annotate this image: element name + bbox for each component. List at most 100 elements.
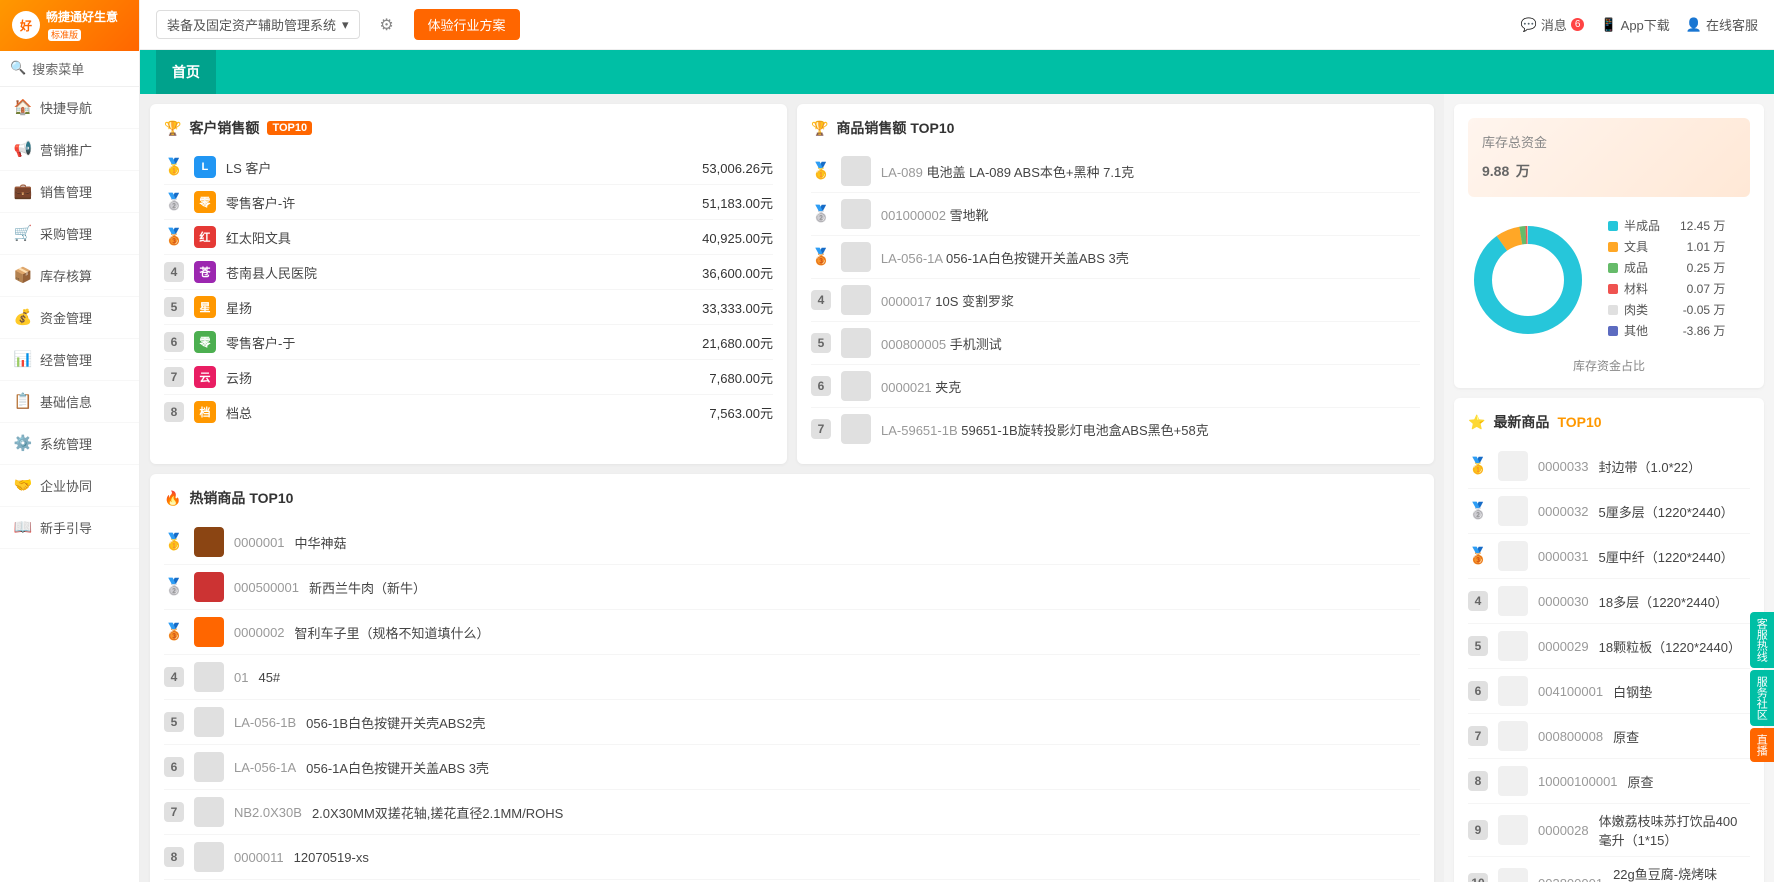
nav-label: 营销推广 — [40, 140, 92, 159]
product-thumb — [194, 707, 224, 737]
top10-row: 🏆 客户销售额 TOP10 🥇 L LS 客户 53,006.26元 🥈 — [150, 104, 1434, 464]
sidebar-item-inventory[interactable]: 📦 库存核算 — [0, 255, 139, 297]
messages-badge: 6 — [1571, 18, 1585, 31]
product-name: 0000021 夹克 — [881, 377, 1420, 396]
product-thumb — [1498, 766, 1528, 796]
legend-val: 12.45 万 — [1680, 217, 1725, 234]
rank-6-avatar: 零 — [194, 331, 216, 353]
hot-product-item: 8 0000011 12070519-xs — [164, 835, 1420, 880]
legend-item: 其他 -3.86 万 — [1608, 322, 1725, 339]
trial-button[interactable]: 体验行业方案 — [414, 9, 520, 40]
search-menu[interactable]: 🔍 搜索菜单 — [0, 51, 139, 87]
customer-rank-list: 🥇 L LS 客户 53,006.26元 🥈 零 零售客户-许 51,183.0… — [164, 150, 773, 429]
nav-label: 企业协同 — [40, 476, 92, 495]
live-button[interactable]: 直播 — [1750, 728, 1774, 762]
right-panel: 库存总资金 9.88 万 — [1444, 94, 1774, 882]
sidebar-item-guide[interactable]: 📖 新手引导 — [0, 507, 139, 549]
product-thumb — [194, 842, 224, 872]
product-name: 22g鱼豆腐-烧烤味（1*12*20） — [1613, 864, 1750, 882]
hot-product-item: 4 01 45# — [164, 655, 1420, 700]
sidebar-item-operation[interactable]: 📊 经营管理 — [0, 339, 139, 381]
rank-8-avatar: 档 — [194, 401, 216, 423]
product-name: 12070519-xs — [294, 850, 369, 865]
customer-service-button[interactable]: 客服热线 — [1750, 612, 1774, 668]
rank-num: 4 — [164, 262, 184, 282]
online-service-button[interactable]: 👤 在线客服 — [1686, 15, 1758, 34]
nav-label: 经营管理 — [40, 350, 92, 369]
sidebar-item-finance[interactable]: 💰 资金管理 — [0, 297, 139, 339]
rank-item: 7 云 云扬 7,680.00元 — [164, 360, 773, 395]
legend-item: 文具 1.01 万 — [1608, 238, 1725, 255]
nav-label: 新手引导 — [40, 518, 92, 537]
rank-2-avatar: 零 — [194, 191, 216, 213]
inventory-subtitle: 库存资金占比 — [1468, 357, 1750, 374]
legend-val: 0.07 万 — [1687, 280, 1726, 297]
messages-label: 消息 — [1541, 15, 1567, 34]
app-download-button[interactable]: 📱 App下载 — [1600, 15, 1669, 34]
rank-5-value: 33,333.00元 — [702, 298, 773, 317]
sidebar-item-marketing[interactable]: 📢 营销推广 — [0, 129, 139, 171]
product-name: 5厘中纤（1220*2440） — [1599, 547, 1734, 566]
search-icon: 🔍 — [10, 60, 26, 76]
mobile-icon: 📱 — [1600, 17, 1616, 33]
new-product-item: 5 0000029 18颗粒板（1220*2440） — [1468, 624, 1750, 669]
top-nav-home[interactable]: 首页 — [156, 50, 216, 94]
fire-icon: 🔥 — [164, 490, 181, 507]
legend-dot — [1608, 326, 1618, 336]
product-thumb — [194, 572, 224, 602]
sidebar-item-quick-nav[interactable]: 🏠 快捷导航 — [0, 87, 139, 129]
rank-num: 5 — [164, 297, 184, 317]
new-product-item: 4 0000030 18多层（1220*2440） — [1468, 579, 1750, 624]
rank-3-name: 红太阳文具 — [226, 228, 692, 247]
service-community-button[interactable]: 服务社区 — [1750, 670, 1774, 726]
legend-dot — [1608, 305, 1618, 315]
hot-product-item: 7 NB2.0X30B 2.0X30MM双搓花轴,搓花直径2.1MM/ROHS — [164, 790, 1420, 835]
nav-label: 快捷导航 — [40, 98, 92, 117]
product-name: 封边带（1.0*22） — [1599, 457, 1702, 476]
product-code: NB2.0X30B — [234, 805, 302, 820]
hot-product-item: 🥉 0000002 智利车子里（规格不知道填什么） — [164, 610, 1420, 655]
product-thumb — [1498, 676, 1528, 706]
product-rank-item: 5 000800005 手机测试 — [811, 322, 1420, 365]
system-name: 装备及固定资产辅助管理系统 — [167, 15, 336, 34]
product-code: 004100001 — [1538, 684, 1603, 699]
rank-num: 7 — [164, 367, 184, 387]
product-code: 003800001 — [1538, 876, 1603, 882]
rank-3-value: 40,925.00元 — [702, 228, 773, 247]
rank-item: 🥇 L LS 客户 53,006.26元 — [164, 150, 773, 185]
product-code: 0000028 — [1538, 823, 1589, 838]
hot-product-item: 6 LA-056-1A 056-1A白色按键开关盖ABS 3壳 — [164, 745, 1420, 790]
product-thumb — [194, 752, 224, 782]
logo-icon: 好 — [12, 11, 40, 39]
inventory-header: 库存总资金 9.88 万 — [1468, 118, 1750, 197]
new-product-item: 9 0000028 体嫩荔枝味苏打饮品400毫升（1*15） — [1468, 804, 1750, 857]
rank-4-value: 36,600.00元 — [702, 263, 773, 282]
sidebar-nav: 🏠 快捷导航 📢 营销推广 💼 销售管理 🛒 采购管理 📦 库存核算 💰 资金管… — [0, 87, 139, 549]
nav-label: 资金管理 — [40, 308, 92, 327]
rank-item: 5 星 星扬 33,333.00元 — [164, 290, 773, 325]
rank-4-avatar: 苍 — [194, 261, 216, 283]
hot-products-title: 🔥 热销商品 TOP10 — [164, 488, 1420, 508]
header: 装备及固定资产辅助管理系统 ▾ ⚙ 体验行业方案 💬 消息 6 📱 App下载 … — [140, 0, 1774, 50]
new-product-item: 8 10000100001 原查 — [1468, 759, 1750, 804]
left-panel: 🏆 客户销售额 TOP10 🥇 L LS 客户 53,006.26元 🥈 — [140, 94, 1444, 882]
nav-label: 基础信息 — [40, 392, 92, 411]
messages-button[interactable]: 💬 消息 6 — [1521, 15, 1585, 34]
sidebar-logo: 好 畅捷通好生意 标准版 — [0, 0, 139, 51]
product-name: LA-59651-1B 59651-1B旋转投影灯电池盒ABS黑色+58克 — [881, 420, 1420, 439]
rank-4-name: 苍南县人民医院 — [226, 263, 692, 282]
sidebar-item-system[interactable]: ⚙️ 系统管理 — [0, 423, 139, 465]
system-selector[interactable]: 装备及固定资产辅助管理系统 ▾ — [156, 10, 360, 39]
sidebar-item-collab[interactable]: 🤝 企业协同 — [0, 465, 139, 507]
sidebar-item-purchase[interactable]: 🛒 采购管理 — [0, 213, 139, 255]
product-thumb — [1498, 721, 1528, 751]
settings-button[interactable]: ⚙ — [372, 10, 402, 40]
top10-label: TOP10 — [1557, 414, 1601, 430]
product-code: 0000031 — [1538, 549, 1589, 564]
content: 🏆 客户销售额 TOP10 🥇 L LS 客户 53,006.26元 🥈 — [140, 94, 1774, 882]
sidebar-item-basic-info[interactable]: 📋 基础信息 — [0, 381, 139, 423]
product-name: LA-056-1A 056-1A白色按键开关盖ABS 3壳 — [881, 248, 1420, 267]
legend-name: 材料 — [1624, 280, 1674, 297]
sidebar-item-sales[interactable]: 💼 销售管理 — [0, 171, 139, 213]
product-name: 2.0X30MM双搓花轴,搓花直径2.1MM/ROHS — [312, 803, 563, 822]
